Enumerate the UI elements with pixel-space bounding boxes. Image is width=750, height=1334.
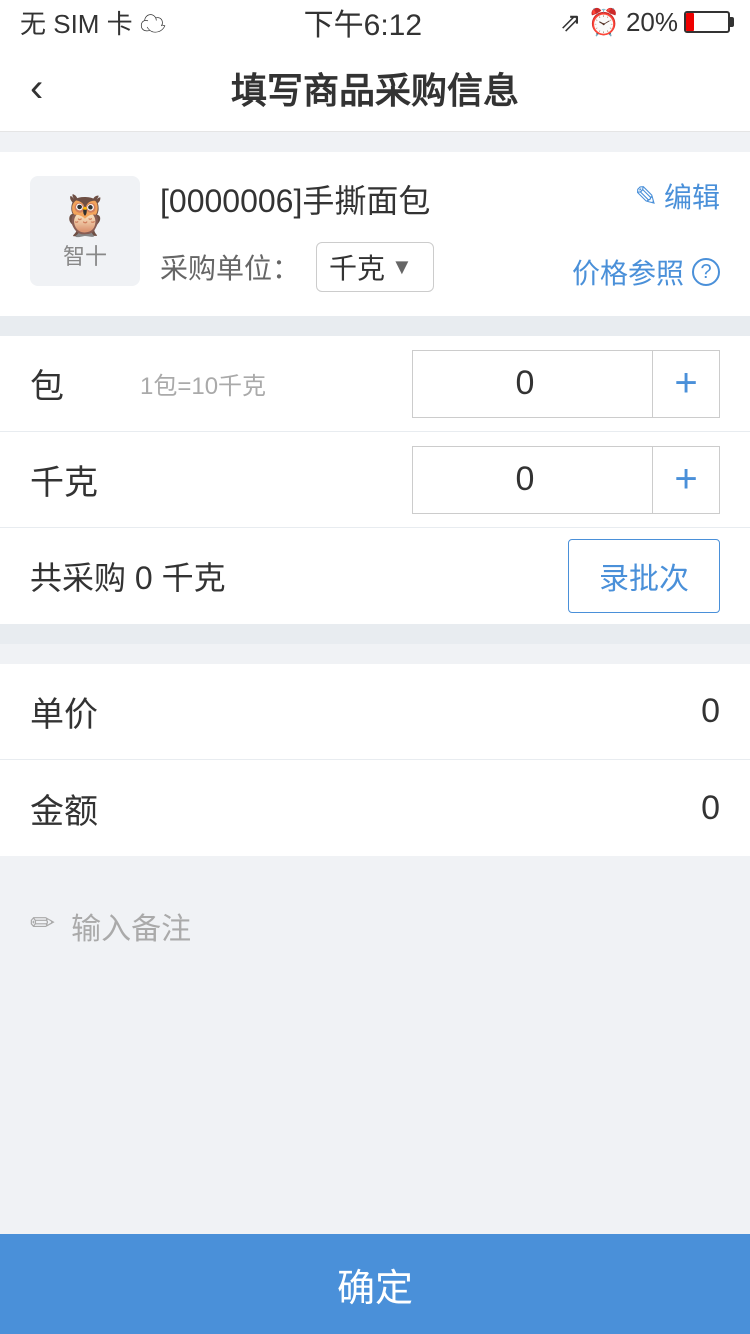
- nav-bar: ‹ 填写商品采购信息: [0, 44, 750, 132]
- back-button[interactable]: ‹: [30, 68, 43, 108]
- input-section: 包 1包=10千克 + 千克 +: [0, 336, 750, 528]
- summary-row: 共采购 0 千克 录批次: [0, 528, 750, 624]
- product-card: 🦉 智十 [0000006]手撕面包 采购单位： 千克 ▼ ✎ 编辑 价格参照 …: [0, 152, 750, 316]
- remark-section: ✏ 输入备注: [0, 876, 750, 1176]
- battery-icon: [684, 11, 730, 33]
- status-bar: 无 SIM 卡 ☁ 下午6:12 ⇗ ⏰ 20%: [0, 0, 750, 44]
- confirm-button[interactable]: 确定: [0, 1234, 750, 1334]
- info-icon: ?: [692, 258, 720, 286]
- amount-label: 金额: [30, 784, 98, 833]
- bag-input-row: 包 1包=10千克 +: [0, 336, 750, 432]
- unit-price-value: 0: [701, 692, 720, 731]
- battery-text: 20%: [626, 7, 678, 38]
- status-right: ⇗ ⏰ 20%: [560, 7, 730, 38]
- bag-sub-label: 1包=10千克: [140, 366, 266, 401]
- amount-row: 金额 0: [0, 760, 750, 856]
- pencil-icon: ✏: [30, 906, 55, 941]
- bag-plus-button[interactable]: +: [652, 350, 720, 418]
- alarm-icon: ⏰: [588, 7, 620, 38]
- record-batch-button[interactable]: 录批次: [568, 539, 720, 613]
- unit-arrow-icon: ▼: [391, 254, 413, 280]
- unit-label: 采购单位：: [160, 247, 300, 287]
- location-icon: ⇗: [560, 7, 582, 38]
- status-left: 无 SIM 卡 ☁: [20, 4, 166, 41]
- bag-label: 包: [30, 359, 130, 408]
- summary-text: 共采购 0 千克: [30, 553, 226, 599]
- unit-select[interactable]: 千克 ▼: [316, 242, 434, 292]
- product-logo: 🦉 智十: [30, 176, 140, 286]
- kg-label: 千克: [30, 455, 130, 504]
- section-divider-2: [0, 624, 750, 644]
- price-ref-label: 价格参照: [572, 252, 684, 292]
- sim-wifi-label: 无 SIM 卡 ☁: [20, 4, 166, 41]
- kg-input-right: +: [412, 446, 720, 514]
- kg-input-row: 千克 +: [0, 432, 750, 528]
- bag-quantity-input[interactable]: [412, 350, 652, 418]
- amount-value: 0: [701, 789, 720, 828]
- price-ref-button[interactable]: 价格参照 ?: [572, 252, 720, 292]
- kg-quantity-input[interactable]: [412, 446, 652, 514]
- status-time: 下午6:12: [304, 0, 422, 44]
- edit-icon: ✎: [635, 180, 658, 213]
- edit-button[interactable]: ✎ 编辑: [635, 176, 720, 216]
- product-logo-text: 智十: [60, 239, 110, 271]
- info-section: 单价 0 金额 0: [0, 664, 750, 856]
- bag-input-right: +: [412, 350, 720, 418]
- product-owl-icon: 🦉: [60, 192, 110, 239]
- unit-price-label: 单价: [30, 687, 98, 736]
- section-divider-1: [0, 316, 750, 336]
- page-title: 填写商品采购信息: [231, 62, 519, 114]
- kg-plus-button[interactable]: +: [652, 446, 720, 514]
- remark-placeholder: 输入备注: [71, 904, 191, 948]
- edit-label: 编辑: [664, 176, 720, 216]
- unit-price-row: 单价 0: [0, 664, 750, 760]
- unit-value: 千克: [329, 247, 385, 287]
